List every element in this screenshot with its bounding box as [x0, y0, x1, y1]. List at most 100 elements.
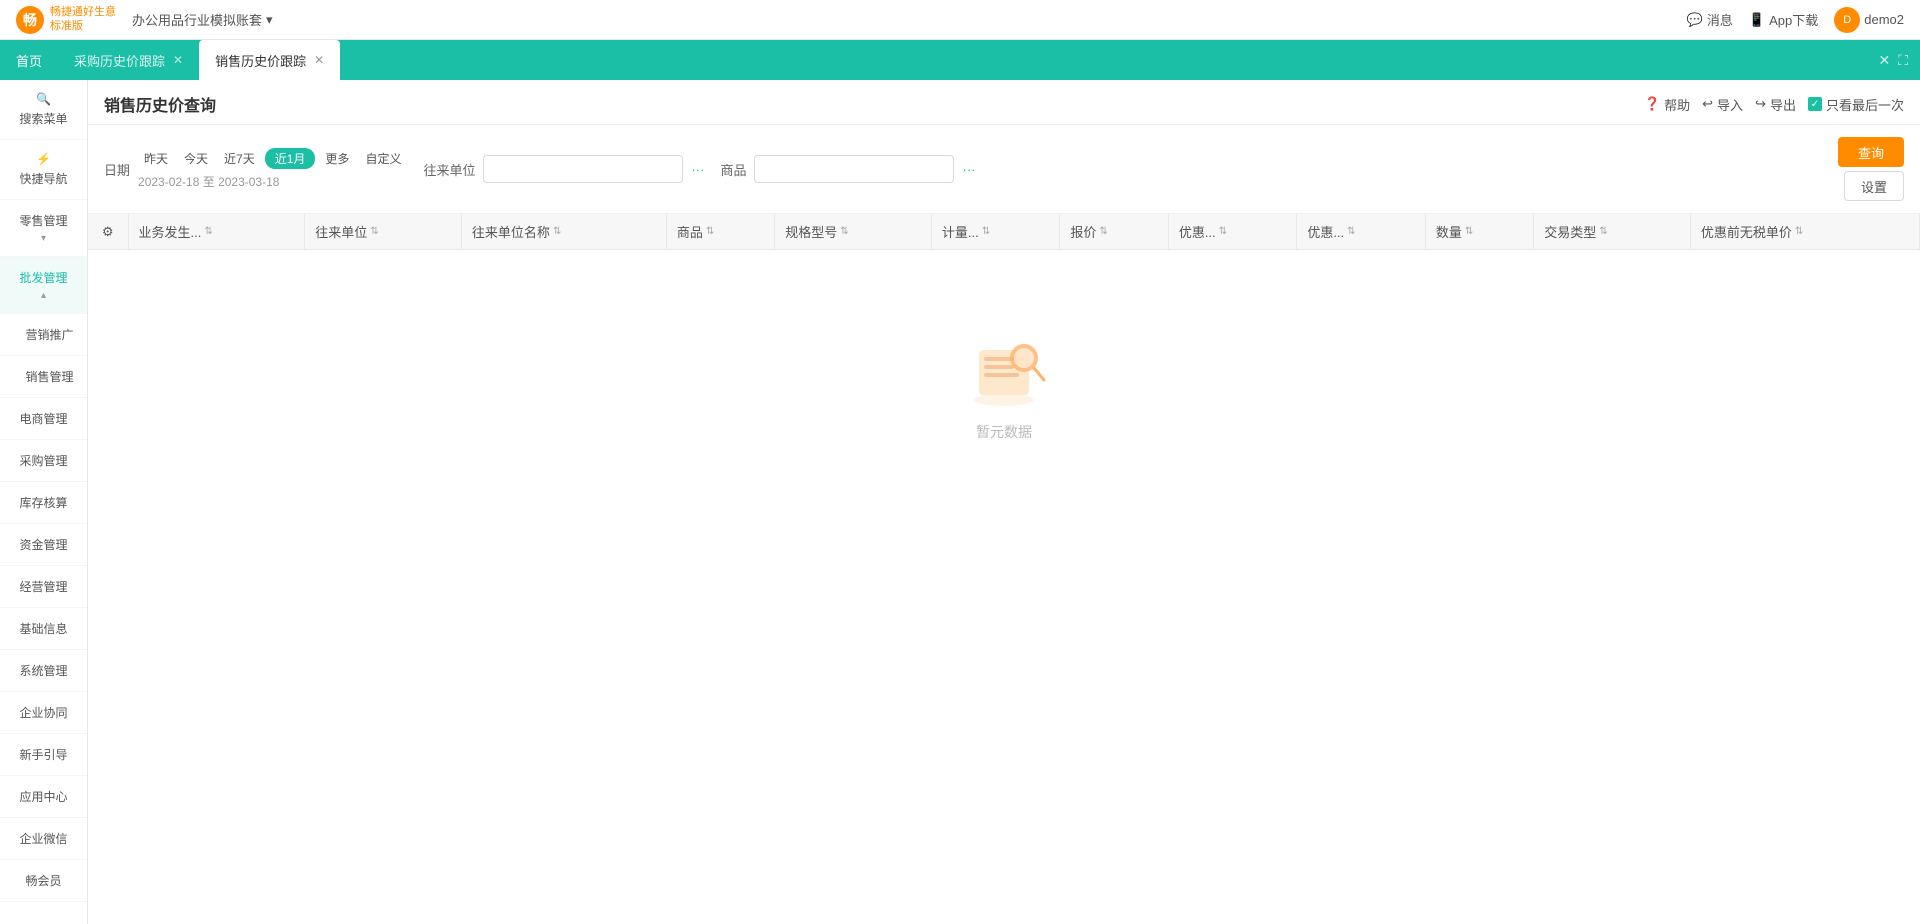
logo-icon: 畅	[16, 6, 44, 34]
table-header-quoted-price[interactable]: 报价 ⇅	[1060, 214, 1168, 250]
product-filter-group: 商品 ···	[720, 155, 975, 183]
product-input[interactable]	[754, 155, 954, 183]
table-header-pre-tax-price[interactable]: 优惠前无税单价 ⇅	[1690, 214, 1919, 250]
sidebar-item-inventory[interactable]: 库存核算	[0, 482, 87, 524]
table-header-unit-code[interactable]: 往来单位 ⇅	[305, 214, 462, 250]
search-icon: 🔍	[36, 92, 51, 106]
top-bar-left: 畅 畅捷通好生意 标准版 办公用品行业模拟账套 ▾	[16, 6, 281, 34]
sidebar-item-operations[interactable]: 经营管理	[0, 566, 87, 608]
empty-state: 暂元数据	[88, 250, 1920, 522]
page-header: 销售历史价查询 ❓ 帮助 ↩ 导入 ↪ 导出 ✓ 只看最后一次	[88, 80, 1920, 125]
sidebar-item-app-center[interactable]: 应用中心	[0, 776, 87, 818]
sidebar-item-sales-mgmt[interactable]: 销售管理	[0, 356, 87, 398]
table-header-product[interactable]: 商品 ⇅	[666, 214, 774, 250]
sidebar-item-wholesale-mgmt[interactable]: 批发管理 ▴	[0, 257, 87, 314]
logo-text: 畅捷通好生意 标准版	[50, 6, 116, 32]
table-header-biz-date[interactable]: 业务发生... ⇅	[128, 214, 305, 250]
user-menu[interactable]: D demo2	[1834, 7, 1904, 33]
sort-biz-date-icon[interactable]: ⇅	[204, 226, 212, 237]
from-unit-input[interactable]	[483, 155, 683, 183]
sort-discount2-icon[interactable]: ⇅	[1347, 226, 1355, 237]
sidebar-item-ecommerce[interactable]: 电商管理	[0, 398, 87, 440]
chevron-down-icon: ▾	[266, 12, 273, 28]
tab-sales-close[interactable]: ✕	[314, 53, 324, 67]
sidebar-item-basics[interactable]: 基础信息	[0, 608, 87, 650]
sidebar-item-search-menu[interactable]: 🔍 搜索菜单	[0, 80, 87, 140]
date-btn-7days[interactable]: 近7天	[218, 148, 261, 169]
sort-trade-type-icon[interactable]: ⇅	[1599, 226, 1607, 237]
tab-purchase[interactable]: 采购历史价跟踪 ✕	[58, 40, 199, 80]
product-label: 商品	[720, 160, 746, 179]
table-header-quantity[interactable]: 数量 ⇅	[1425, 214, 1533, 250]
from-unit-dots[interactable]: ···	[691, 162, 704, 177]
sort-discount1-icon[interactable]: ⇅	[1219, 226, 1227, 237]
tab-home[interactable]: 首页	[0, 40, 58, 80]
date-btn-1month[interactable]: 近1月	[265, 148, 316, 169]
company-select[interactable]: 办公用品行业模拟账套 ▾	[124, 10, 281, 29]
table-header-spec[interactable]: 规格型号 ⇅	[775, 214, 932, 250]
table-area: ⚙ 业务发生... ⇅ 往来单位 ⇅	[88, 214, 1920, 924]
date-btn-yesterday[interactable]: 昨天	[138, 148, 174, 169]
sort-spec-icon[interactable]: ⇅	[840, 226, 848, 237]
page-title: 销售历史价查询	[104, 92, 216, 116]
nav-icon: ⚡	[36, 152, 51, 166]
sidebar-item-wechat[interactable]: 企业微信	[0, 818, 87, 860]
data-table: ⚙ 业务发生... ⇅ 往来单位 ⇅	[88, 214, 1920, 250]
query-button[interactable]: 查询	[1838, 137, 1904, 167]
sort-product-icon[interactable]: ⇅	[706, 226, 714, 237]
top-bar-right: 💬 消息 📱 App下载 D demo2	[1687, 7, 1904, 33]
table-header-settings[interactable]: ⚙	[88, 214, 128, 250]
sort-quoted-price-icon[interactable]: ⇅	[1099, 226, 1107, 237]
chevron-up-icon: ▴	[41, 290, 46, 301]
help-icon: ❓	[1644, 96, 1660, 112]
message-icon: 💬	[1687, 12, 1703, 28]
fullscreen-icon[interactable]: ⛶	[1898, 52, 1908, 69]
export-icon: ↪	[1755, 96, 1766, 112]
sidebar-item-enterprise[interactable]: 企业协同	[0, 692, 87, 734]
export-button[interactable]: ↪ 导出	[1755, 95, 1796, 114]
sidebar-item-purchase-mgmt[interactable]: 采购管理	[0, 440, 87, 482]
table-header-trade-type[interactable]: 交易类型 ⇅	[1534, 214, 1691, 250]
date-btn-custom[interactable]: 自定义	[359, 148, 407, 169]
top-bar: 畅 畅捷通好生意 标准版 办公用品行业模拟账套 ▾ 💬 消息 📱 App下载 D…	[0, 0, 1920, 40]
table-header-discount2[interactable]: 优惠... ⇅	[1297, 214, 1426, 250]
main-layout: 🔍 搜索菜单 ⚡ 快捷导航 零售管理 ▾ 批发管理 ▴ 营销推广 销售管理 电商…	[0, 80, 1920, 924]
sort-unit-name-icon[interactable]: ⇅	[553, 226, 561, 237]
from-unit-label: 往来单位	[423, 160, 475, 179]
help-button[interactable]: ❓ 帮助	[1644, 95, 1690, 114]
sidebar-item-member[interactable]: 畅会员	[0, 860, 87, 902]
settings-button[interactable]: 设置	[1844, 171, 1904, 201]
tab-bar-actions: ✕ ⛶	[1878, 52, 1920, 69]
filter-bar: 日期 昨天 今天 近7天 近1月 更多 自定义 2023-02-18 至 202…	[88, 125, 1920, 214]
tab-purchase-close[interactable]: ✕	[173, 53, 183, 67]
import-button[interactable]: ↩ 导入	[1702, 95, 1743, 114]
sort-pre-tax-price-icon[interactable]: ⇅	[1795, 226, 1803, 237]
sidebar-item-retail-mgmt[interactable]: 零售管理 ▾	[0, 200, 87, 257]
product-dots[interactable]: ···	[962, 162, 975, 177]
sidebar-item-quick-nav[interactable]: ⚡ 快捷导航	[0, 140, 87, 200]
date-filter-group: 日期 昨天 今天 近7天 近1月 更多 自定义 2023-02-18 至 202…	[104, 148, 407, 190]
tab-sales[interactable]: 销售历史价跟踪 ✕	[199, 40, 340, 80]
chevron-down-icon: ▾	[41, 233, 46, 244]
logo-area: 畅 畅捷通好生意 标准版	[16, 6, 116, 34]
sidebar-item-guide[interactable]: 新手引导	[0, 734, 87, 776]
date-btn-today[interactable]: 今天	[178, 148, 214, 169]
table-header-discount1[interactable]: 优惠... ⇅	[1168, 214, 1297, 250]
table-header-unit[interactable]: 计量... ⇅	[931, 214, 1060, 250]
close-all-tabs-icon[interactable]: ✕	[1878, 52, 1890, 69]
message-button[interactable]: 💬 消息	[1687, 10, 1733, 29]
last-only-checkbox[interactable]: ✓	[1808, 97, 1822, 111]
app-icon: 📱	[1749, 12, 1765, 28]
sort-unit-code-icon[interactable]: ⇅	[370, 226, 378, 237]
sidebar-item-marketing[interactable]: 营销推广	[0, 314, 87, 356]
last-only-checkbox-label[interactable]: ✓ 只看最后一次	[1808, 95, 1904, 114]
sort-unit-icon[interactable]: ⇅	[982, 226, 990, 237]
table-header-unit-name[interactable]: 往来单位名称 ⇅	[461, 214, 666, 250]
import-icon: ↩	[1702, 96, 1713, 112]
sidebar-item-finance[interactable]: 资金管理	[0, 524, 87, 566]
sort-quantity-icon[interactable]: ⇅	[1465, 226, 1473, 237]
sidebar-item-system[interactable]: 系统管理	[0, 650, 87, 692]
date-shortcuts: 昨天 今天 近7天 近1月 更多 自定义	[138, 148, 407, 169]
app-download-button[interactable]: 📱 App下载	[1749, 10, 1818, 29]
date-btn-more[interactable]: 更多	[319, 148, 355, 169]
